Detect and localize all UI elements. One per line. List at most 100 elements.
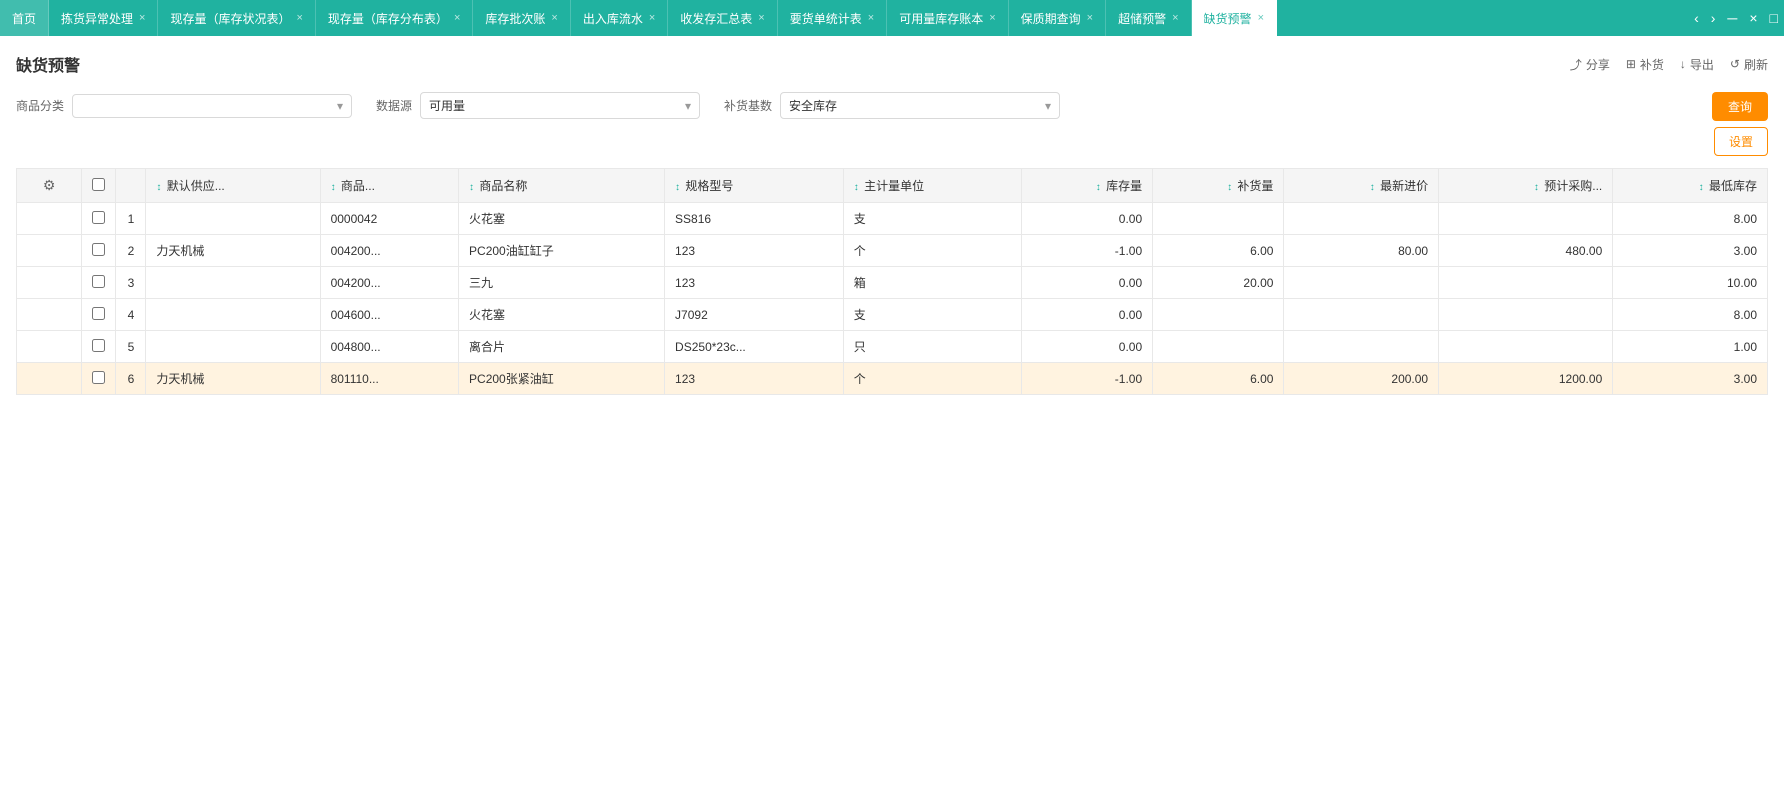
supplier-sort-icon: ↕ — [156, 182, 161, 193]
unit-sort-icon: ↕ — [854, 182, 859, 193]
row-latest-price — [1284, 267, 1439, 299]
row-checkbox-cell[interactable] — [82, 203, 116, 235]
tab-inventory-dist[interactable]: 现存量（库存分布表） × — [316, 0, 473, 36]
filter-buttons: 查询 设置 — [1712, 92, 1768, 156]
filter-bar: 商品分类 ▾ 数据源 可用量 ▾ 补货基数 安全库存 ▾ — [16, 92, 1712, 119]
category-select[interactable]: ▾ — [72, 94, 352, 118]
table-row[interactable]: 6 力天机械 801110... PC200张紧油缸 123 个 -1.00 6… — [17, 363, 1768, 395]
tab-expiry-close[interactable]: × — [1087, 12, 1093, 24]
replenish-select[interactable]: 安全库存 ▾ — [780, 92, 1060, 119]
tab-nav-buttons: ‹ › ─ × □ — [1688, 0, 1784, 36]
query-button[interactable]: 查询 — [1712, 92, 1768, 121]
tab-order-stat-close[interactable]: × — [868, 12, 874, 24]
col-gear[interactable]: ⚙ — [17, 169, 82, 203]
row-estimated — [1439, 331, 1613, 363]
table-row[interactable]: 4 004600... 火花塞 J7092 支 0.00 8.00 — [17, 299, 1768, 331]
header-actions: ⤴ 分享 ⊞ 补货 ↓ 导出 ↺ 刷新 — [1570, 56, 1768, 73]
row-name: 火花塞 — [459, 299, 665, 331]
tab-batch-close[interactable]: × — [551, 12, 557, 24]
refresh-icon: ↺ — [1730, 57, 1740, 71]
row-spec: J7092 — [665, 299, 844, 331]
row-code: 004800... — [320, 331, 458, 363]
tab-inventory-status-close[interactable]: × — [296, 12, 302, 24]
tab-overstock[interactable]: 超储预警 × — [1106, 0, 1191, 36]
row-checkbox-cell[interactable] — [82, 331, 116, 363]
stock-sort-icon: ↕ — [1096, 182, 1101, 193]
tab-batch[interactable]: 库存批次账 × — [473, 0, 570, 36]
tab-close-btn[interactable]: × — [1743, 0, 1763, 36]
share-action[interactable]: ⤴ 分享 — [1570, 56, 1610, 73]
col-estimated[interactable]: ↕ 预计采购... — [1439, 169, 1613, 203]
row-supplier — [146, 299, 320, 331]
row-checkbox-cell[interactable] — [82, 235, 116, 267]
datasource-select[interactable]: 可用量 ▾ — [420, 92, 700, 119]
col-min-stock[interactable]: ↕ 最低库存 — [1613, 169, 1768, 203]
tab-inventory-dist-close[interactable]: × — [454, 12, 460, 24]
export-action[interactable]: ↓ 导出 — [1680, 56, 1714, 73]
col-spec[interactable]: ↕ 规格型号 — [665, 169, 844, 203]
tab-max-btn[interactable]: □ — [1764, 0, 1784, 36]
row-estimated — [1439, 203, 1613, 235]
row-checkbox[interactable] — [92, 371, 105, 384]
row-checkbox[interactable] — [92, 275, 105, 288]
row-checkbox[interactable] — [92, 307, 105, 320]
tab-collect-close[interactable]: × — [758, 12, 764, 24]
table-row[interactable]: 3 004200... 三九 123 箱 0.00 20.00 10.00 — [17, 267, 1768, 299]
tab-home[interactable]: 首页 — [0, 0, 49, 36]
category-chevron-icon: ▾ — [337, 99, 343, 113]
select-all-checkbox[interactable] — [92, 178, 105, 191]
col-name[interactable]: ↕ 商品名称 — [459, 169, 665, 203]
row-estimated: 480.00 — [1439, 235, 1613, 267]
col-unit[interactable]: ↕ 主计量单位 — [843, 169, 1021, 203]
row-spec: 123 — [665, 235, 844, 267]
tab-exception-close[interactable]: × — [139, 12, 145, 24]
tab-order-stat[interactable]: 要货单统计表 × — [778, 0, 887, 36]
row-index: 1 — [116, 203, 146, 235]
tab-inout[interactable]: 出入库流水 × — [571, 0, 668, 36]
row-name: PC200油缸缸子 — [459, 235, 665, 267]
tab-shortage-close[interactable]: × — [1258, 12, 1264, 24]
row-supplier: 力天机械 — [146, 235, 320, 267]
col-latest-price[interactable]: ↕ 最新进价 — [1284, 169, 1439, 203]
datasource-label: 数据源 — [376, 97, 412, 114]
row-replenish: 6.00 — [1153, 363, 1284, 395]
col-index — [116, 169, 146, 203]
row-checkbox-cell[interactable] — [82, 299, 116, 331]
row-stock: 0.00 — [1021, 331, 1152, 363]
refresh-action[interactable]: ↺ 刷新 — [1730, 56, 1768, 73]
col-stock[interactable]: ↕ 库存量 — [1021, 169, 1152, 203]
row-checkbox[interactable] — [92, 339, 105, 352]
row-min-stock: 8.00 — [1613, 203, 1768, 235]
tab-minimize-btn[interactable]: ─ — [1721, 0, 1743, 36]
gear-icon[interactable]: ⚙ — [43, 177, 56, 193]
table-row[interactable]: 1 0000042 火花塞 SS816 支 0.00 8.00 — [17, 203, 1768, 235]
row-checkbox[interactable] — [92, 211, 105, 224]
tab-exception[interactable]: 拣货异常处理 × — [49, 0, 158, 36]
row-supplier — [146, 203, 320, 235]
tab-available-close[interactable]: × — [989, 12, 995, 24]
tab-next-btn[interactable]: › — [1705, 0, 1722, 36]
tab-available[interactable]: 可用量库存账本 × — [887, 0, 1008, 36]
col-replenish[interactable]: ↕ 补货量 — [1153, 169, 1284, 203]
table-row[interactable]: 5 004800... 离合片 DS250*23c... 只 0.00 1.00 — [17, 331, 1768, 363]
col-code[interactable]: ↕ 商品... — [320, 169, 458, 203]
tab-collect[interactable]: 收发存汇总表 × — [668, 0, 777, 36]
row-index: 3 — [116, 267, 146, 299]
table-row[interactable]: 2 力天机械 004200... PC200油缸缸子 123 个 -1.00 6… — [17, 235, 1768, 267]
row-checkbox-cell[interactable] — [82, 363, 116, 395]
row-name: 火花塞 — [459, 203, 665, 235]
row-checkbox-cell[interactable] — [82, 267, 116, 299]
row-gear-cell — [17, 363, 82, 395]
col-supplier[interactable]: ↕ 默认供应... — [146, 169, 320, 203]
tab-inventory-status[interactable]: 现存量（库存状况表） × — [158, 0, 315, 36]
row-index: 6 — [116, 363, 146, 395]
tab-prev-btn[interactable]: ‹ — [1688, 0, 1705, 36]
tab-inout-close[interactable]: × — [649, 12, 655, 24]
settings-button[interactable]: 设置 — [1714, 127, 1768, 156]
tab-shortage[interactable]: 缺货预警 × — [1192, 0, 1277, 36]
tab-expiry[interactable]: 保质期查询 × — [1009, 0, 1106, 36]
row-checkbox[interactable] — [92, 243, 105, 256]
replenish-action[interactable]: ⊞ 补货 — [1626, 56, 1664, 73]
tab-overstock-close[interactable]: × — [1172, 12, 1178, 24]
row-name: PC200张紧油缸 — [459, 363, 665, 395]
